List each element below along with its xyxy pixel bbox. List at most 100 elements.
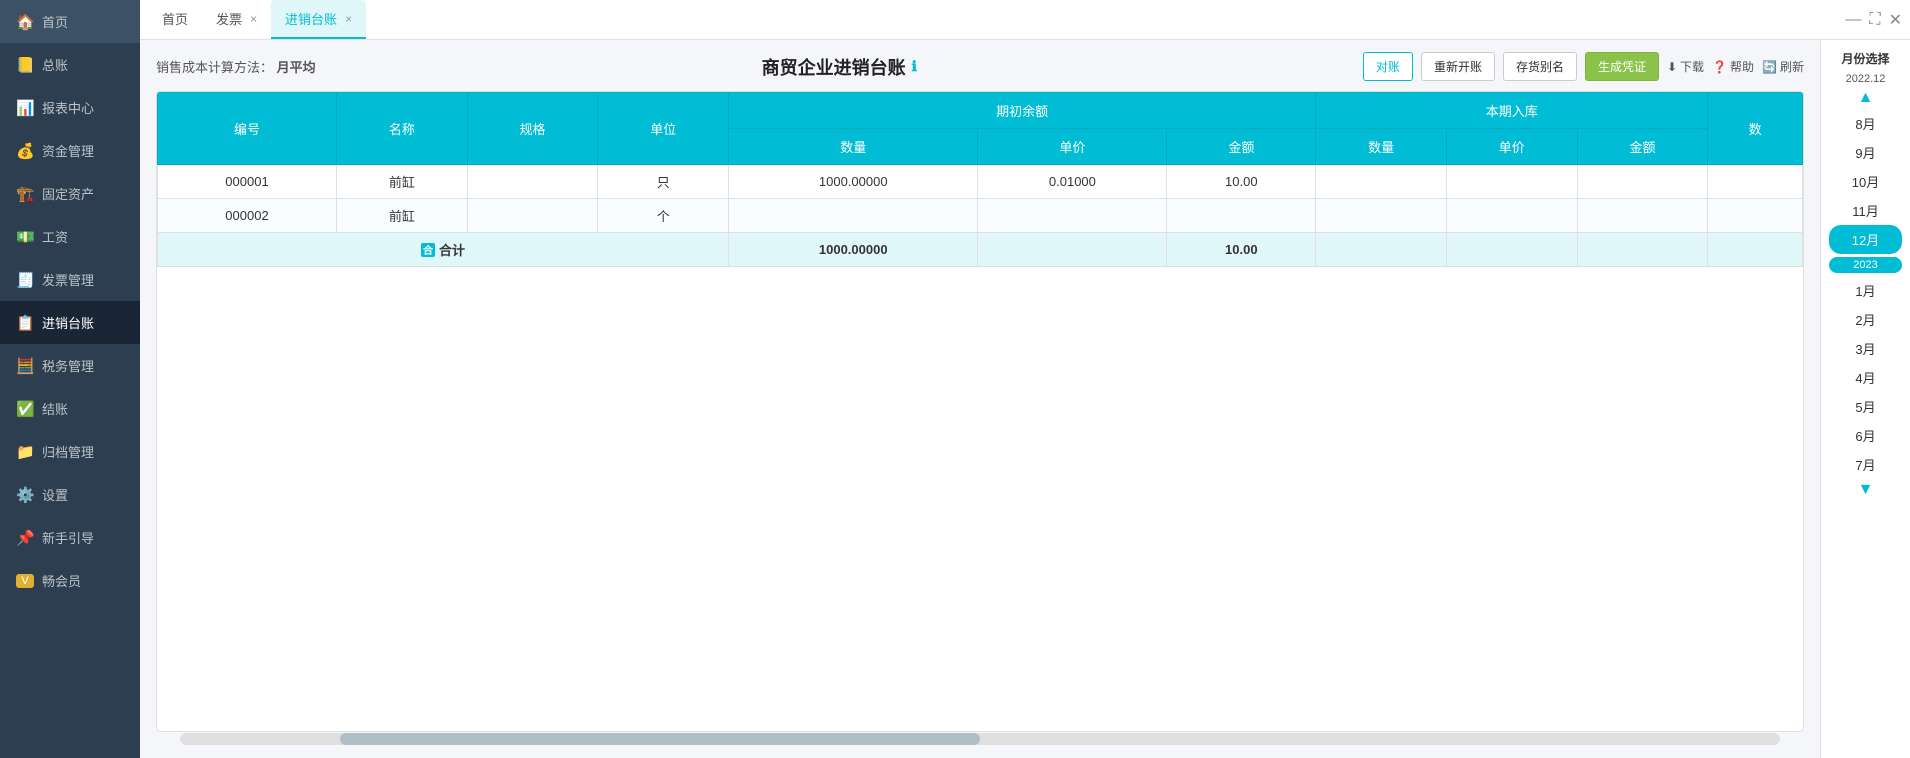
sub-in-qty: 数量	[1316, 129, 1447, 165]
cell-open-amount	[1167, 199, 1316, 233]
tab-home[interactable]: 首页	[148, 0, 202, 39]
total-in-amount	[1577, 233, 1708, 267]
cell-spec	[467, 165, 598, 199]
cell-spec	[467, 199, 598, 233]
sub-open-amount: 金额	[1167, 129, 1316, 165]
month-item-jul[interactable]: 7月	[1821, 450, 1910, 479]
home-icon: 🏠	[16, 13, 34, 31]
maximize-button[interactable]: ⛶	[1869, 11, 1880, 29]
sidebar-item-guide[interactable]: 📌 新手引导	[0, 516, 140, 559]
close-invoice-tab[interactable]: ×	[250, 12, 257, 26]
month-item-aug[interactable]: 8月	[1821, 109, 1910, 138]
vip-icon: V	[16, 574, 34, 588]
page-title: 商贸企业进销台账 ℹ	[316, 54, 1363, 80]
sidebar-item-vip[interactable]: V 畅会员	[0, 559, 140, 602]
sidebar-item-home[interactable]: 🏠 首页	[0, 0, 140, 43]
month-item-oct[interactable]: 10月	[1821, 167, 1910, 196]
col-unit: 单位	[598, 93, 729, 165]
total-label-cell: 合 合计	[158, 233, 729, 267]
sidebar-item-invoice-management[interactable]: 🧾 发票管理	[0, 258, 140, 301]
cell-open-price: 0.01000	[978, 165, 1167, 199]
scroll-down-button[interactable]: ▼	[1821, 479, 1910, 501]
gear-icon: ⚙️	[16, 486, 34, 504]
chongxin-button[interactable]: 重新开账	[1421, 52, 1495, 81]
table-total-row: 合 合计 1000.00000 10.00	[158, 233, 1803, 267]
refresh-button[interactable]: 🔄 刷新	[1762, 58, 1804, 75]
ledger-table: 编号 名称 规格 单位 期初余额 本期入库 数 数量 单价 金额 数	[157, 92, 1803, 267]
month-item-may[interactable]: 5月	[1821, 392, 1910, 421]
cell-unit: 个	[598, 199, 729, 233]
minimize-button[interactable]: —	[1845, 11, 1861, 29]
sidebar: 🏠 首页 📒 总账 📊 报表中心 💰 资金管理 🏗️ 固定资产 💵 工资 🧾 发…	[0, 0, 140, 758]
download-button[interactable]: ⬇ 下载	[1667, 58, 1704, 75]
toolbar: 对账 重新开账 存货别名 生成凭证 ⬇ 下载 ❓ 帮助 🔄 刷新	[1363, 52, 1804, 81]
tab-bar: 首页 发票 × 进销台账 × — ⛶ ✕	[140, 0, 1910, 40]
bottom-scrollbar-area	[156, 732, 1804, 746]
total-in-qty	[1316, 233, 1447, 267]
total-open-qty: 1000.00000	[729, 233, 978, 267]
total-open-amount: 10.00	[1167, 233, 1316, 267]
chart-icon: 📊	[16, 99, 34, 117]
month-item-apr[interactable]: 4月	[1821, 363, 1910, 392]
close-ledger-tab[interactable]: ×	[345, 12, 352, 26]
sub-in-price: 单价	[1446, 129, 1577, 165]
month-year-label: 2022.12	[1821, 71, 1910, 87]
help-icon: ❓	[1712, 60, 1727, 74]
cost-method: 销售成本计算方法： 月平均	[156, 57, 316, 76]
month-panel-title: 月份选择	[1821, 44, 1910, 71]
sidebar-item-fixed-assets[interactable]: 🏗️ 固定资产	[0, 172, 140, 215]
tab-bar-right: — ⛶ ✕	[1845, 10, 1902, 30]
col-group-open: 期初余额	[729, 93, 1316, 129]
cell-in-qty	[1316, 165, 1447, 199]
cell-in-price	[1446, 165, 1577, 199]
sidebar-item-salary[interactable]: 💵 工资	[0, 215, 140, 258]
month-item-mar[interactable]: 3月	[1821, 334, 1910, 363]
month-item-sep[interactable]: 9月	[1821, 138, 1910, 167]
invoice-icon: 🧾	[16, 271, 34, 289]
month-item-nov[interactable]: 11月	[1821, 196, 1910, 225]
check-icon: ✅	[16, 400, 34, 418]
cell-id: 000002	[158, 199, 337, 233]
tab-ledger[interactable]: 进销台账 ×	[271, 0, 366, 39]
scroll-up-button[interactable]: ▲	[1821, 87, 1910, 109]
month-item-dec[interactable]: 12月	[1829, 225, 1902, 254]
table-row: 000002 前缸 个	[158, 199, 1803, 233]
close-button[interactable]: ✕	[1889, 10, 1902, 30]
ledger-icon: 📋	[16, 314, 34, 332]
top-row: 销售成本计算方法： 月平均 商贸企业进销台账 ℹ 对账 重新开账 存货别名 生成…	[156, 52, 1804, 81]
shengcheng-button[interactable]: 生成凭证	[1585, 52, 1659, 81]
cell-extra	[1708, 165, 1803, 199]
sidebar-item-tax-management[interactable]: 🧮 税务管理	[0, 344, 140, 387]
sidebar-item-purchase-sales-ledger[interactable]: 📋 进销台账	[0, 301, 140, 344]
sidebar-item-fund-management[interactable]: 💰 资金管理	[0, 129, 140, 172]
sidebar-item-general-ledger[interactable]: 📒 总账	[0, 43, 140, 86]
tab-invoice[interactable]: 发票 ×	[202, 0, 271, 39]
table-row: 000001 前缸 只 1000.00000 0.01000 10.00	[158, 165, 1803, 199]
col-name: 名称	[337, 93, 468, 165]
help-button[interactable]: ❓ 帮助	[1712, 58, 1754, 75]
info-icon[interactable]: ℹ	[912, 58, 917, 75]
salary-icon: 💵	[16, 228, 34, 246]
cell-name: 前缸	[337, 199, 468, 233]
sidebar-item-close-account[interactable]: ✅ 结账	[0, 387, 140, 430]
col-spec: 规格	[467, 93, 598, 165]
content-area: 销售成本计算方法： 月平均 商贸企业进销台账 ℹ 对账 重新开账 存货别名 生成…	[140, 40, 1820, 758]
col-extra: 数	[1708, 93, 1803, 165]
month-item-feb[interactable]: 2月	[1821, 305, 1910, 334]
cunyibie-button[interactable]: 存货别名	[1503, 52, 1577, 81]
cell-id: 000001	[158, 165, 337, 199]
col-group-in: 本期入库	[1316, 93, 1708, 129]
cell-in-qty	[1316, 199, 1447, 233]
sidebar-item-report-center[interactable]: 📊 报表中心	[0, 86, 140, 129]
sidebar-item-archive[interactable]: 📁 归档管理	[0, 430, 140, 473]
total-icon: 合	[421, 243, 435, 257]
horizontal-scrollbar[interactable]	[180, 733, 1780, 745]
total-in-price	[1446, 233, 1577, 267]
sub-in-amount: 金额	[1577, 129, 1708, 165]
cell-name: 前缸	[337, 165, 468, 199]
sub-open-price: 单价	[978, 129, 1167, 165]
month-item-jun[interactable]: 6月	[1821, 421, 1910, 450]
sidebar-item-settings[interactable]: ⚙️ 设置	[0, 473, 140, 516]
duizhang-button[interactable]: 对账	[1363, 52, 1413, 81]
month-item-jan[interactable]: 1月	[1821, 276, 1910, 305]
